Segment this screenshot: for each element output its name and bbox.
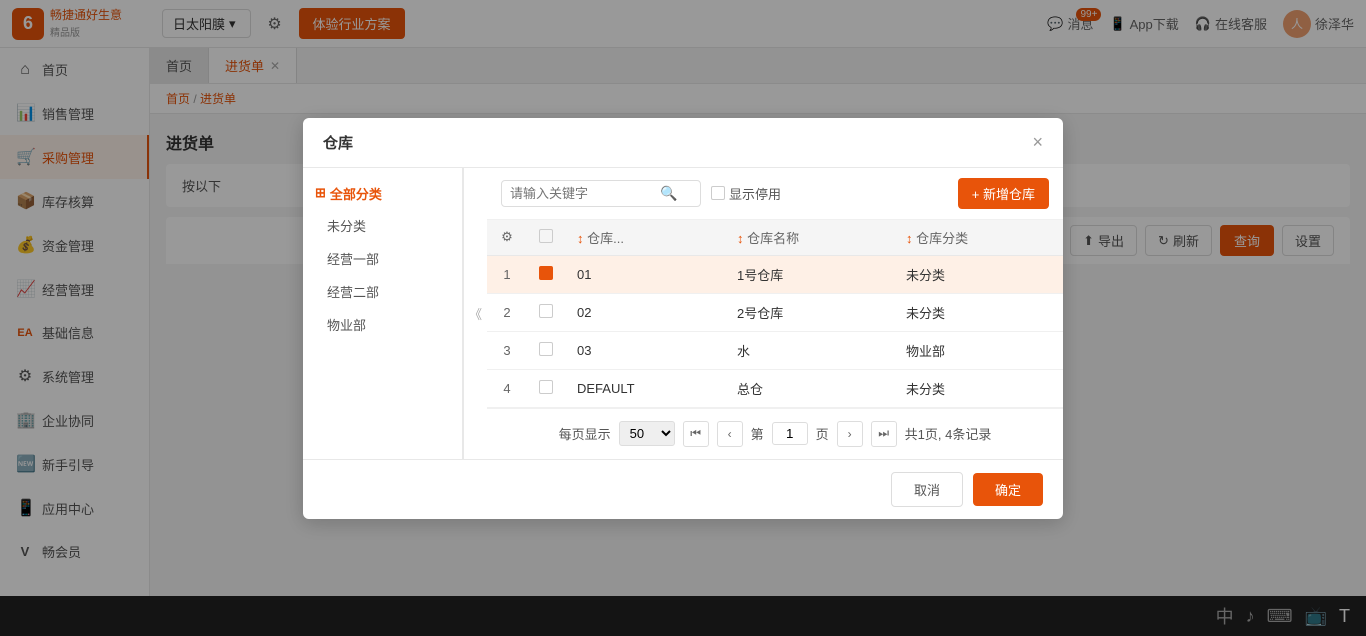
add-warehouse-button[interactable]: + 新增仓库 <box>958 178 1049 209</box>
disabled-checkbox[interactable] <box>711 186 725 200</box>
show-disabled-checkbox[interactable]: 显示停用 <box>711 184 781 203</box>
row-category: 未分类 <box>894 293 1063 331</box>
warehouse-modal: 仓库 × ⊞ 全部分类 未分类 经营一部 经营二部 物业部 《 <box>303 118 1063 519</box>
row-category: 未分类 <box>894 255 1063 293</box>
grid-icon: ⊞ <box>315 185 326 201</box>
table-row[interactable]: 4 DEFAULT 总仓 未分类 <box>487 369 1063 407</box>
row-checkbox[interactable] <box>539 304 553 318</box>
category-collapse-button[interactable]: 《 <box>463 168 487 459</box>
th-category-label: 仓库分类 <box>916 231 968 246</box>
category-item-property[interactable]: 物业部 <box>303 308 462 341</box>
th-category: ↕ 仓库分类 <box>894 220 1063 256</box>
category-item-dept1[interactable]: 经营一部 <box>303 242 462 275</box>
row-checkbox-cell <box>527 331 565 369</box>
th-category-icon: ↕ <box>906 231 913 246</box>
table-header: ⚙ ↕ 仓库... ↕ <box>487 220 1063 256</box>
th-name-icon: ↕ <box>737 231 744 246</box>
row-number: 3 <box>487 331 527 369</box>
row-number: 2 <box>487 293 527 331</box>
th-gear-icon: ⚙ <box>501 229 513 244</box>
row-number: 4 <box>487 369 527 407</box>
per-page-label: 每页显示 <box>559 424 611 443</box>
page-label: 页 <box>816 424 829 443</box>
first-page-button[interactable]: ⏮ <box>683 421 709 447</box>
row-name: 1号仓库 <box>725 255 894 293</box>
row-checkbox[interactable] <box>539 266 553 280</box>
last-page-button[interactable]: ⏭ <box>871 421 897 447</box>
row-category: 未分类 <box>894 369 1063 407</box>
th-code: ↕ 仓库... <box>565 220 725 256</box>
modal-title: 仓库 <box>323 132 353 153</box>
confirm-button[interactable]: 确定 <box>973 473 1043 506</box>
modal-main: 🔍 显示停用 + 新增仓库 ⚙ <box>487 168 1063 459</box>
row-checkbox[interactable] <box>539 342 553 356</box>
modal-close-button[interactable]: × <box>1032 132 1043 153</box>
th-code-label: 仓库... <box>587 231 624 246</box>
row-checkbox[interactable] <box>539 380 553 394</box>
page-word: 第 <box>751 424 764 443</box>
row-code: 01 <box>565 255 725 293</box>
row-checkbox-cell <box>527 255 565 293</box>
all-category-label: 全部分类 <box>330 184 382 203</box>
search-icon: 🔍 <box>660 185 677 202</box>
modal-header: 仓库 × <box>303 118 1063 168</box>
table-body: 1 01 1号仓库 未分类 2 02 2号仓库 未分类 3 03 水 物业部 4 <box>487 255 1063 407</box>
row-name: 2号仓库 <box>725 293 894 331</box>
row-code: DEFAULT <box>565 369 725 407</box>
th-settings: ⚙ <box>487 220 527 256</box>
modal-body: ⊞ 全部分类 未分类 经营一部 经营二部 物业部 《 🔍 <box>303 168 1063 459</box>
modal-overlay: 仓库 × ⊞ 全部分类 未分类 经营一部 经营二部 物业部 《 <box>0 0 1366 636</box>
modal-pagination: 每页显示 50 20 100 ⏮ ‹ 第 页 › ⏭ 共1页, 4条记录 <box>487 408 1063 459</box>
category-sidebar: ⊞ 全部分类 未分类 经营一部 经营二部 物业部 <box>303 168 463 459</box>
row-name: 水 <box>725 331 894 369</box>
row-code: 03 <box>565 331 725 369</box>
th-code-icon: ↕ <box>577 231 584 246</box>
table-row[interactable]: 3 03 水 物业部 <box>487 331 1063 369</box>
category-item-dept2[interactable]: 经营二部 <box>303 275 462 308</box>
table-row[interactable]: 1 01 1号仓库 未分类 <box>487 255 1063 293</box>
warehouse-table: ⚙ ↕ 仓库... ↕ <box>487 220 1063 408</box>
th-name: ↕ 仓库名称 <box>725 220 894 256</box>
row-number: 1 <box>487 255 527 293</box>
th-checkbox <box>527 220 565 256</box>
modal-footer: 取消 确定 <box>303 459 1063 519</box>
row-name: 总仓 <box>725 369 894 407</box>
table-row[interactable]: 2 02 2号仓库 未分类 <box>487 293 1063 331</box>
select-all-checkbox[interactable] <box>539 229 553 243</box>
all-category-item[interactable]: ⊞ 全部分类 <box>303 178 462 209</box>
row-checkbox-cell <box>527 293 565 331</box>
th-name-label: 仓库名称 <box>747 231 799 246</box>
row-code: 02 <box>565 293 725 331</box>
row-category: 物业部 <box>894 331 1063 369</box>
page-number-input[interactable] <box>772 422 808 445</box>
modal-toolbar: 🔍 显示停用 + 新增仓库 <box>487 168 1063 220</box>
prev-page-button[interactable]: ‹ <box>717 421 743 447</box>
category-panel: ⊞ 全部分类 未分类 经营一部 经营二部 物业部 《 <box>303 168 487 459</box>
row-checkbox-cell <box>527 369 565 407</box>
search-input[interactable] <box>510 186 660 201</box>
next-page-button[interactable]: › <box>837 421 863 447</box>
search-box: 🔍 <box>501 180 701 207</box>
show-disabled-label: 显示停用 <box>729 184 781 203</box>
cancel-button[interactable]: 取消 <box>891 472 963 507</box>
category-item-unclassified[interactable]: 未分类 <box>303 209 462 242</box>
total-records-label: 共1页, 4条记录 <box>905 424 992 443</box>
per-page-select[interactable]: 50 20 100 <box>619 421 675 446</box>
modal-table: ⚙ ↕ 仓库... ↕ <box>487 220 1063 408</box>
